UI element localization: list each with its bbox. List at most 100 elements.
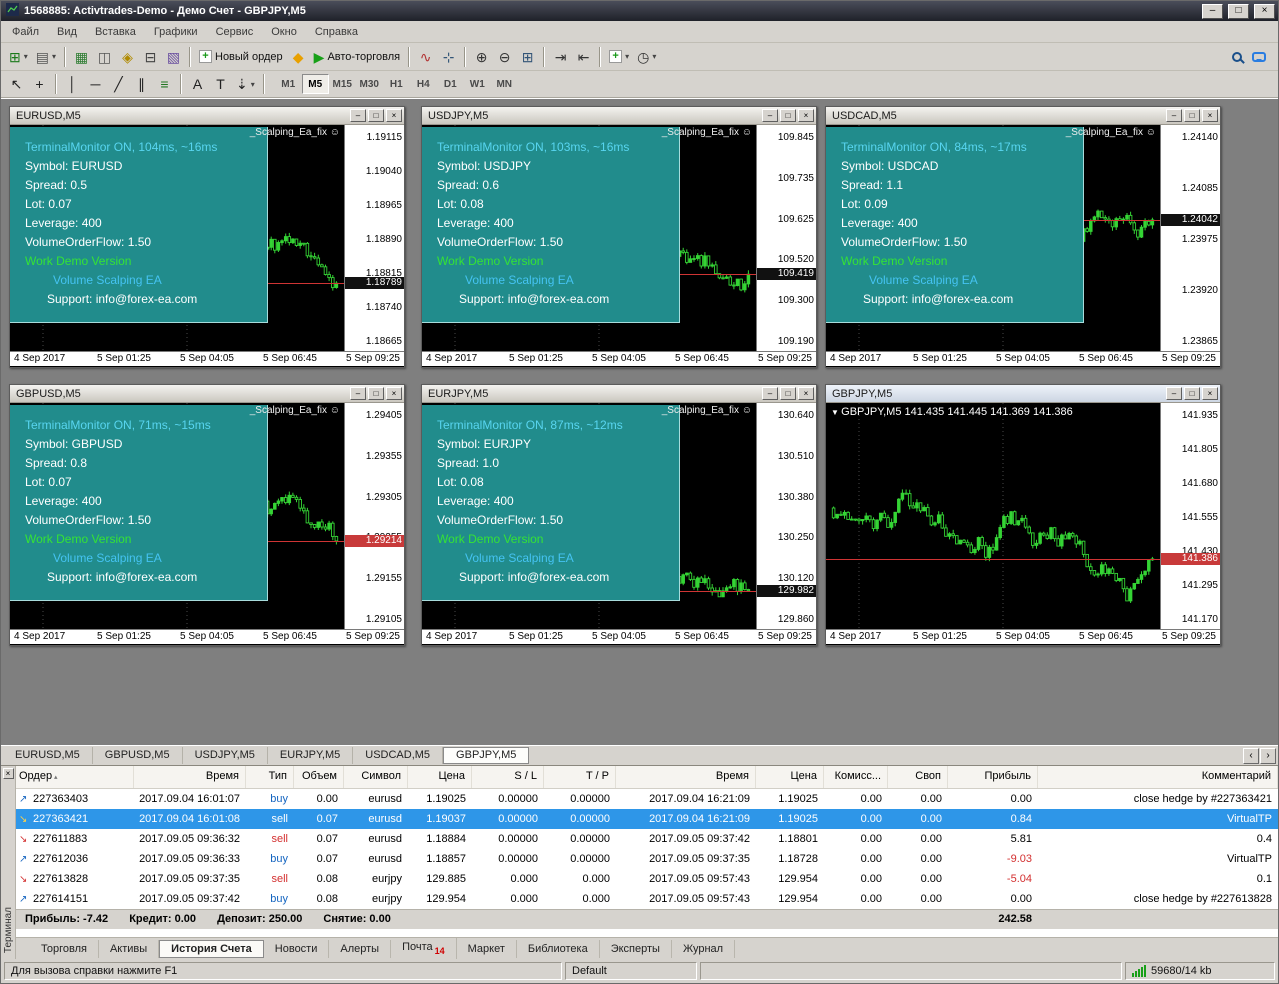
price-scale[interactable]: 1.294051.293551.293051.292551.291551.291… bbox=[344, 403, 404, 629]
text-label-button[interactable]: T bbox=[209, 73, 232, 95]
chart-window-gbpjpy-m5[interactable]: GBPJPY,M5 – □ × ▼ GBPJPY,M5 141.435 141.445 … bbox=[825, 384, 1221, 646]
price-scale[interactable]: 141.935 141.805 141.680 141.555 141.430 141.2… bbox=[1160, 403, 1220, 629]
time-axis[interactable]: 4 Sep 2017 5 Sep 01:25 5 Sep 04:05 5 Sep 06… bbox=[826, 351, 1220, 366]
data-window-button[interactable]: ◫ bbox=[93, 46, 116, 68]
chart-minimize-button[interactable]: – bbox=[762, 109, 778, 122]
column-header-7[interactable]: T / P bbox=[544, 766, 616, 788]
column-header-2[interactable]: Тип bbox=[246, 766, 294, 788]
price-scale[interactable]: 1.24140 1.24085 1.23975 1.23920 1.23865 1.240… bbox=[1160, 125, 1220, 351]
column-header-6[interactable]: S / L bbox=[472, 766, 544, 788]
timeframe-h1[interactable]: H1 bbox=[383, 74, 410, 94]
terminal-tab-новости[interactable]: Новости bbox=[264, 939, 330, 958]
tab-scroll-left-button[interactable]: ‹ bbox=[1243, 747, 1259, 764]
chart-minimize-button[interactable]: – bbox=[350, 109, 366, 122]
chart-tab-eurjpy-m5[interactable]: EURJPY,M5 bbox=[268, 747, 354, 764]
zoom-in-button[interactable]: ⊕ bbox=[470, 46, 493, 68]
column-header-5[interactable]: Цена bbox=[408, 766, 472, 788]
chart-plot[interactable]: TerminalMonitor ON, 87ms, ~12ms Symbol: E… bbox=[422, 403, 756, 629]
chart-window-gbpusd-m5[interactable]: GBPUSD,M5 – □ × TerminalMonitor ON, 71ms, ~1… bbox=[9, 384, 405, 646]
status-profile[interactable]: Default bbox=[565, 962, 697, 980]
time-axis[interactable]: 4 Sep 2017 5 Sep 01:25 5 Sep 04:05 5 Sep 06… bbox=[10, 351, 404, 366]
terminal-close-button[interactable]: × bbox=[2, 768, 14, 779]
objects-button[interactable]: ⊹ bbox=[437, 46, 460, 68]
terminal-tab-почта[interactable]: Почта 14 bbox=[391, 938, 457, 959]
terminal-side-label[interactable]: Терминал bbox=[3, 907, 14, 953]
terminal-tab-история-счета[interactable]: История Счета bbox=[159, 939, 264, 958]
menu-item-6[interactable]: Справка bbox=[306, 23, 367, 41]
chart-close-button[interactable]: × bbox=[386, 109, 402, 122]
horizontal-line-button[interactable]: ─ bbox=[84, 73, 107, 95]
terminal-tab-алерты[interactable]: Алерты bbox=[329, 939, 392, 958]
chart-titlebar[interactable]: EURUSD,M5 – □ × bbox=[10, 107, 404, 125]
column-header-12[interactable]: Прибыль bbox=[948, 766, 1038, 788]
timeframe-m30[interactable]: M30 bbox=[356, 74, 383, 94]
period-button[interactable]: ◷ ▾ bbox=[633, 46, 660, 68]
fibonacci-button[interactable]: ≡ bbox=[153, 73, 176, 95]
history-row-227614151[interactable]: ↗ 227614151 2017.09.05 09:37:42 buy 0.08 eurj… bbox=[16, 889, 1278, 909]
tab-scroll-right-button[interactable]: › bbox=[1260, 747, 1276, 764]
column-header-3[interactable]: Объем bbox=[294, 766, 344, 788]
price-scale[interactable]: 130.640 130.510 130.380 130.250 130.120 129.8… bbox=[756, 403, 816, 629]
chart-minimize-button[interactable]: – bbox=[1166, 109, 1182, 122]
price-scale[interactable]: 109.845 109.735 109.625 109.520 109.300 109.1… bbox=[756, 125, 816, 351]
time-axis[interactable]: 4 Sep 2017 5 Sep 01:25 5 Sep 04:05 5 Sep 06… bbox=[10, 629, 404, 644]
chart-restore-button[interactable]: □ bbox=[368, 387, 384, 400]
chart-plot[interactable]: TerminalMonitor ON, 103ms, ~16ms Symbol: … bbox=[422, 125, 756, 351]
add-indicator-button[interactable]: + ▾ bbox=[605, 46, 633, 68]
column-header-0[interactable]: Ордер ▴ bbox=[16, 766, 134, 788]
time-axis[interactable]: 4 Sep 2017 5 Sep 01:25 5 Sep 04:05 5 Sep 06… bbox=[826, 629, 1220, 644]
navigator-button[interactable]: ◈ bbox=[116, 46, 139, 68]
chart-titlebar[interactable]: USDCAD,M5 – □ × bbox=[826, 107, 1220, 125]
minimize-button[interactable]: – bbox=[1202, 3, 1223, 19]
time-axis[interactable]: 4 Sep 2017 5 Sep 01:25 5 Sep 04:05 5 Sep 06… bbox=[422, 629, 816, 644]
terminal-button[interactable]: ⊟ bbox=[139, 46, 162, 68]
terminal-tab-маркет[interactable]: Маркет bbox=[457, 939, 517, 958]
chart-restore-button[interactable]: □ bbox=[368, 109, 384, 122]
menu-item-0[interactable]: Файл bbox=[3, 23, 48, 41]
chart-restore-button[interactable]: □ bbox=[780, 387, 796, 400]
chart-titlebar[interactable]: GBPUSD,M5 – □ × bbox=[10, 385, 404, 403]
chart-titlebar[interactable]: GBPJPY,M5 – □ × bbox=[826, 385, 1220, 403]
chat-icon[interactable] bbox=[1252, 51, 1266, 62]
chart-menu-icon[interactable]: ▼ bbox=[831, 408, 841, 417]
search-icon[interactable] bbox=[1232, 51, 1242, 62]
crosshair-button[interactable]: + bbox=[28, 73, 51, 95]
terminal-tab-журнал[interactable]: Журнал bbox=[672, 939, 736, 958]
chart-plot[interactable]: TerminalMonitor ON, 84ms, ~17ms Symbol: U… bbox=[826, 125, 1160, 351]
chart-window-eurjpy-m5[interactable]: EURJPY,M5 – □ × TerminalMonitor ON, 87ms, ~1… bbox=[421, 384, 817, 646]
timeframe-h4[interactable]: H4 bbox=[410, 74, 437, 94]
chart-close-button[interactable]: × bbox=[1202, 109, 1218, 122]
terminal-tab-торговля[interactable]: Торговля bbox=[30, 939, 99, 958]
close-button[interactable]: × bbox=[1254, 3, 1275, 19]
chart-close-button[interactable]: × bbox=[386, 387, 402, 400]
chart-restore-button[interactable]: □ bbox=[1184, 109, 1200, 122]
chart-titlebar[interactable]: USDJPY,M5 – □ × bbox=[422, 107, 816, 125]
chart-close-button[interactable]: × bbox=[1202, 387, 1218, 400]
chart-restore-button[interactable]: □ bbox=[1184, 387, 1200, 400]
column-header-1[interactable]: Время bbox=[134, 766, 246, 788]
menu-item-1[interactable]: Вид bbox=[48, 23, 86, 41]
profiles-button[interactable]: ▤ ▾ bbox=[32, 46, 60, 68]
new-order-button[interactable]: + Новый ордер bbox=[195, 46, 287, 68]
timeframe-w1[interactable]: W1 bbox=[464, 74, 491, 94]
autotrade-button[interactable]: ▶ Авто-торговля bbox=[310, 46, 404, 68]
menu-item-2[interactable]: Вставка bbox=[86, 23, 145, 41]
metaeditor-button[interactable]: ◆ bbox=[287, 46, 310, 68]
chart-shift-button[interactable]: ⇤ bbox=[572, 46, 595, 68]
timeframe-m5[interactable]: M5 bbox=[301, 74, 329, 94]
zoom-out-button[interactable]: ⊖ bbox=[493, 46, 516, 68]
trendline-button[interactable]: ╱ bbox=[107, 73, 130, 95]
text-button[interactable]: A bbox=[186, 73, 209, 95]
restore-button[interactable]: □ bbox=[1228, 3, 1249, 19]
terminal-tab-библиотека[interactable]: Библиотека bbox=[517, 939, 600, 958]
chart-plot[interactable]: TerminalMonitor ON, 104ms, ~16ms Symbol: … bbox=[10, 125, 344, 351]
channel-button[interactable]: ∥ bbox=[130, 73, 153, 95]
chart-plot[interactable]: ▼ GBPJPY,M5 141.435 141.445 141.369 141.… bbox=[826, 403, 1160, 629]
chart-close-button[interactable]: × bbox=[798, 109, 814, 122]
chart-minimize-button[interactable]: – bbox=[762, 387, 778, 400]
chart-tab-usdjpy-m5[interactable]: USDJPY,M5 bbox=[183, 747, 268, 764]
price-scale[interactable]: 1.19115 1.19040 1.18965 1.18890 1.18815 1.187… bbox=[344, 125, 404, 351]
chart-close-button[interactable]: × bbox=[798, 387, 814, 400]
strategy-tester-button[interactable]: ▧ bbox=[162, 46, 185, 68]
chart-tab-gbpusd-m5[interactable]: GBPUSD,M5 bbox=[93, 747, 183, 764]
